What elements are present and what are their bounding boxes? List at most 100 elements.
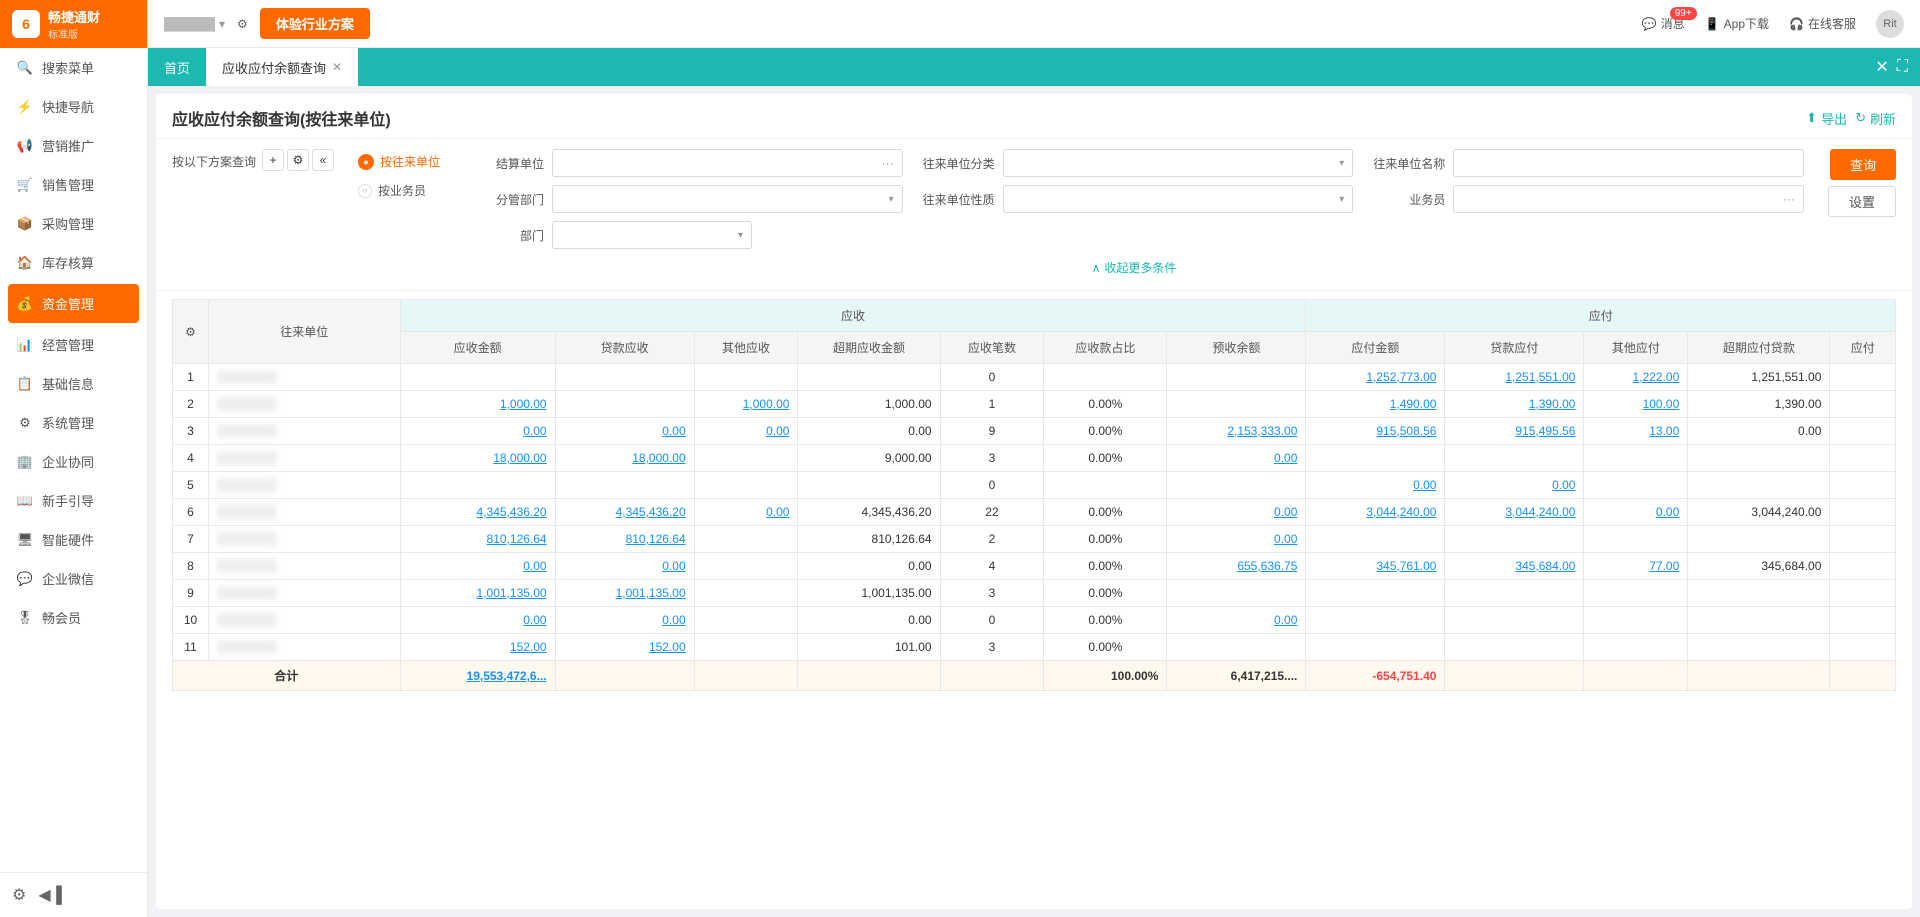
sidebar-item-member[interactable]: 🎖 畅会员 <box>0 598 147 637</box>
tab-close-icon[interactable]: ✕ <box>332 60 342 74</box>
total-ap-amount: -654,751.40 <box>1306 661 1445 691</box>
refresh-icon: ↻ <box>1855 110 1866 126</box>
cell-no: 8 <box>173 553 209 580</box>
dept-label: 分管部门 <box>464 191 544 208</box>
cell-partner: xxxxxx <box>209 580 401 607</box>
filter-row-2: 分管部门 ▾ 往来单位性质 ▾ <box>464 185 1804 213</box>
sidebar-item-purchase[interactable]: 📦 采购管理 <box>0 204 147 243</box>
nature-input[interactable]: ▾ <box>1003 185 1354 213</box>
total-ar-ratio: 100.00% <box>1044 661 1167 691</box>
cell-partner: xxxxxx <box>209 607 401 634</box>
table-row: 11xxxxxx152.00152.00101.0030.00% <box>173 634 1896 661</box>
tab-maximize-button[interactable]: ⛶ <box>1897 58 1908 76</box>
sidebar-item-finance[interactable]: 💰 资金管理 <box>8 284 139 323</box>
staff-label: 业务员 <box>1365 191 1445 208</box>
sidebar-item-wechat[interactable]: 💬 企业微信 <box>0 559 147 598</box>
division-label: 部门 <box>464 227 544 244</box>
sidebar-item-marketing[interactable]: 📢 营销推广 <box>0 126 147 165</box>
scheme-settings-button[interactable]: ⚙ <box>287 149 309 171</box>
finance-icon: 💰 <box>16 296 34 312</box>
user-avatar[interactable]: Rit <box>1876 10 1904 38</box>
scheme-item-partner[interactable]: ● 按往来单位 <box>350 149 448 174</box>
tab-home[interactable]: 首页 <box>148 48 206 86</box>
col-ar-other: 其他应收 <box>694 332 798 364</box>
logo-name: 畅捷通财 <box>48 7 100 26</box>
sidebar-item-label-system: 系统管理 <box>42 413 94 432</box>
search-icon: 🔍 <box>16 60 34 76</box>
sidebar-item-label-member: 畅会员 <box>42 608 81 627</box>
sidebar-item-sales[interactable]: 🛒 销售管理 <box>0 165 147 204</box>
sidebar-item-corp[interactable]: 🏢 企业协同 <box>0 442 147 481</box>
col-ap-suffix: 应付 <box>1830 332 1896 364</box>
sidebar-item-operation[interactable]: 📊 经营管理 <box>0 325 147 364</box>
cell-no: 10 <box>173 607 209 634</box>
marketing-icon: 📢 <box>16 138 34 154</box>
dept-input[interactable]: ▾ <box>552 185 903 213</box>
logo-texts: 畅捷通财 标准版 <box>48 7 100 41</box>
col-ar-prepay: 预收余额 <box>1167 332 1306 364</box>
sidebar-item-guide[interactable]: 📖 新手引导 <box>0 481 147 520</box>
category-label: 往来单位分类 <box>915 155 995 172</box>
header-settings-icon[interactable]: ⚙ <box>237 17 248 31</box>
page-container: 应收应付余额查询(按往来单位) ⬆ 导出 ↻ 刷新 按以下方案查询 + <box>156 94 1912 909</box>
export-label: 导出 <box>1821 109 1847 128</box>
query-button[interactable]: 查询 <box>1830 149 1896 180</box>
category-arrow-icon: ▾ <box>1339 158 1344 169</box>
col-group-ap: 应付 <box>1306 300 1896 332</box>
scheme-label: 按以下方案查询 <box>172 153 256 170</box>
tab-arbalance[interactable]: 应收应付余额查询 ✕ <box>206 48 358 86</box>
refresh-button[interactable]: ↻ 刷新 <box>1855 109 1896 128</box>
col-group-ar: 应收 <box>400 300 1306 332</box>
app-download-button[interactable]: 📱 App下载 <box>1705 15 1769 32</box>
scheme-partner-label: 按往来单位 <box>380 153 440 170</box>
staff-input[interactable]: ··· <box>1453 185 1804 213</box>
page-title: 应收应付余额查询(按往来单位) <box>172 106 391 130</box>
data-table: ⚙ 往来单位 应收 应付 应收金额 贷款应收 其他应收 超期应收金额 应收笔数 … <box>172 299 1896 691</box>
sidebar-item-label-operation: 经营管理 <box>42 335 94 354</box>
scheme-add-button[interactable]: + <box>262 149 284 171</box>
sidebar-item-label-sales: 销售管理 <box>42 175 94 194</box>
category-input[interactable]: ▾ <box>1003 149 1354 177</box>
message-button[interactable]: 💬 消息 99+ <box>1642 15 1685 32</box>
sidebar-item-quick[interactable]: ⚡ 快捷导航 <box>0 87 147 126</box>
export-button[interactable]: ⬆ 导出 <box>1806 109 1847 128</box>
sidebar-item-label-purchase: 采购管理 <box>42 214 94 233</box>
sidebar-item-label-hardware: 智能硬件 <box>42 530 94 549</box>
total-row: 合计 19,553,472,6... 100.00% 6,417,215....… <box>173 661 1896 691</box>
col-ap-overdue: 超期应付贷款 <box>1688 332 1830 364</box>
header-right: 💬 消息 99+ 📱 App下载 🎧 在线客服 Rit <box>1642 10 1904 38</box>
message-badge: 99+ <box>1670 7 1697 20</box>
cell-no: 1 <box>173 364 209 391</box>
sidebar: 6 畅捷通财 标准版 🔍 搜索菜单 ⚡ 快捷导航 📢 营销推广 🛒 销售管理 📦… <box>0 0 148 917</box>
sidebar-item-search[interactable]: 🔍 搜索菜单 <box>0 48 147 87</box>
total-ap-other <box>1584 661 1688 691</box>
sidebar-item-label-finance: 资金管理 <box>42 294 94 313</box>
collapse-caret-icon: ∧ <box>1092 261 1101 275</box>
corp-icon: 🏢 <box>16 454 34 470</box>
sidebar-settings-icon[interactable]: ⚙ <box>12 885 26 905</box>
sidebar-item-label-quick: 快捷导航 <box>42 97 94 116</box>
sidebar-collapse-icon[interactable]: ◀▐ <box>38 885 62 905</box>
cell-partner: xxxxxx <box>209 364 401 391</box>
partner-name-input[interactable] <box>1453 149 1804 177</box>
col-settings[interactable]: ⚙ <box>173 300 209 364</box>
online-service-button[interactable]: 🎧 在线客服 <box>1789 15 1856 32</box>
set-button[interactable]: 设置 <box>1828 186 1896 217</box>
sidebar-item-basic[interactable]: 📋 基础信息 <box>0 364 147 403</box>
scheme-item-staff[interactable]: ○ 按业务员 <box>350 178 448 203</box>
tab-close-window-button[interactable]: ✕ <box>1875 57 1888 77</box>
sidebar-item-inventory[interactable]: 🏠 库存核算 <box>0 243 147 282</box>
sidebar-item-label-marketing: 营销推广 <box>42 136 94 155</box>
collapse-button[interactable]: ∧ 收起更多条件 <box>1092 255 1177 280</box>
division-input[interactable]: ▾ <box>552 221 752 249</box>
trial-button[interactable]: 体验行业方案 <box>260 8 370 39</box>
filter-field-partner-name: 往来单位名称 <box>1365 149 1804 177</box>
hardware-icon: 🖥 <box>16 532 34 548</box>
tab-arbalance-label: 应收应付余额查询 <box>222 58 326 77</box>
settlement-input[interactable]: ··· <box>552 149 903 177</box>
sidebar-item-system[interactable]: ⚙ 系统管理 <box>0 403 147 442</box>
scheme-collapse-button[interactable]: « <box>312 149 334 171</box>
sidebar-item-hardware[interactable]: 🖥 智能硬件 <box>0 520 147 559</box>
total-ar-amount: 19,553,472,6... <box>400 661 555 691</box>
col-partner: 往来单位 <box>209 300 401 364</box>
